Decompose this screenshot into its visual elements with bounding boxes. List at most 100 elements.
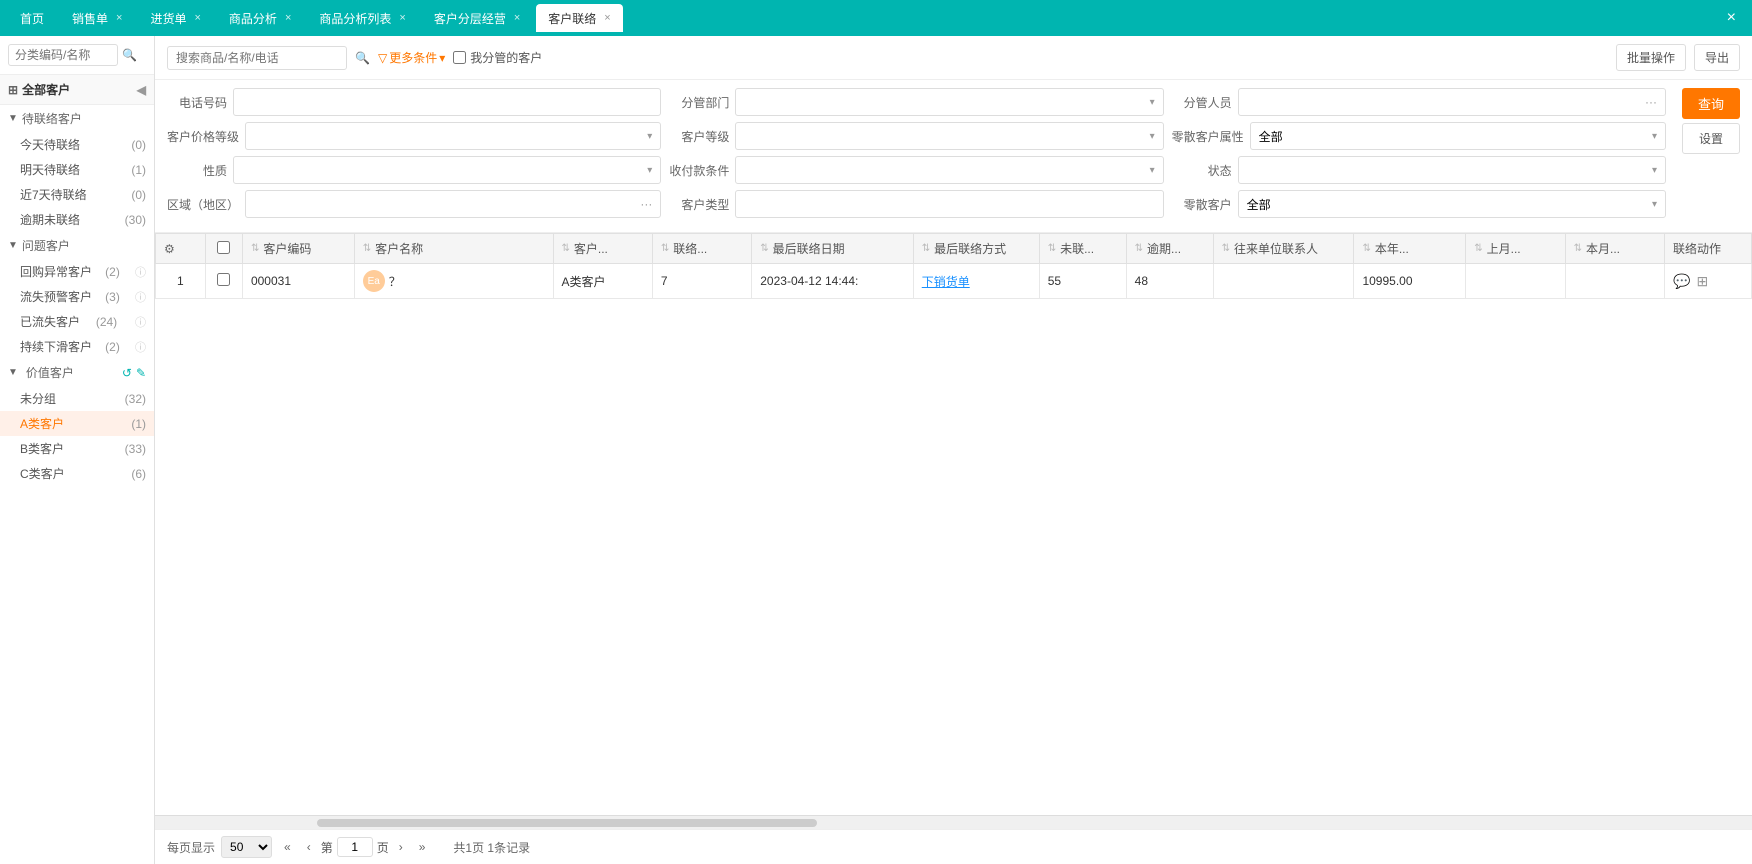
page-total: 共1页 1条记录 xyxy=(453,839,530,856)
retail-attr-select[interactable]: 全部 ▾ xyxy=(1250,122,1666,150)
th-contact: ⇅联络... xyxy=(652,234,751,264)
retail-select[interactable]: 全部 ▾ xyxy=(1238,190,1666,218)
sidebar-item-declining[interactable]: 持续下滑客户 (2) ⓘ xyxy=(0,334,154,359)
last-method-link[interactable]: 下销货单 xyxy=(922,275,970,289)
close-purchase-icon[interactable]: × xyxy=(194,12,200,24)
sidebar-all-customers[interactable]: ⊞ 全部客户 ◀ xyxy=(0,75,154,105)
page-navigation: « ‹ 第 页 › » xyxy=(278,837,431,857)
sidebar-item-7days[interactable]: 近7天待联络 (0) xyxy=(0,182,154,207)
qr-icon[interactable]: ⊞ xyxy=(1696,273,1708,290)
sidebar-item-ungrouped[interactable]: 未分组 (32) xyxy=(0,386,154,411)
info-icon-churn-warning: ⓘ xyxy=(135,289,146,305)
query-button[interactable]: 查询 xyxy=(1682,88,1740,119)
th-check xyxy=(205,234,242,264)
nav-tab-product-analysis[interactable]: 商品分析 × xyxy=(217,4,303,32)
sidebar-item-overdue[interactable]: 逾期未联络 (30) xyxy=(0,207,154,232)
comment-icon[interactable]: 💬 xyxy=(1673,273,1690,290)
cust-grade-dropdown-icon: ▾ xyxy=(1150,131,1155,142)
dept-select[interactable]: ▾ xyxy=(735,88,1163,116)
prev-page-button[interactable]: ‹ xyxy=(301,838,317,856)
pagination: 每页显示 20 50 100 200 « ‹ 第 页 › » 共1页 1条记录 xyxy=(167,836,530,858)
cell-last-method: 下销货单 xyxy=(913,264,1039,299)
sidebar-search-input[interactable] xyxy=(8,44,118,66)
sidebar-group-pending[interactable]: ▼ 待联络客户 xyxy=(0,105,154,132)
sidebar-item-a-class[interactable]: A类客户 (1) xyxy=(0,411,154,436)
page-size-select[interactable]: 20 50 100 200 xyxy=(221,836,272,858)
filter-search-icon[interactable]: 🔍 xyxy=(355,51,370,65)
export-button[interactable]: 导出 xyxy=(1694,44,1740,71)
sidebar-search-icon[interactable]: 🔍 xyxy=(122,48,137,62)
chevron-down-icon: ▾ xyxy=(439,51,445,65)
settings-button[interactable]: 设置 xyxy=(1682,123,1740,154)
sidebar-item-today[interactable]: 今天待联络 (0) xyxy=(0,132,154,157)
nav-tab-purchase[interactable]: 进货单 × xyxy=(138,4,212,32)
sidebar-item-churned[interactable]: 已流失客户 (24) ⓘ xyxy=(0,309,154,334)
payment-dropdown-icon: ▾ xyxy=(1150,165,1155,176)
close-sales-icon[interactable]: × xyxy=(116,12,122,24)
region-input[interactable]: ··· xyxy=(245,190,661,218)
cell-check xyxy=(205,264,242,299)
manager-input[interactable]: ··· xyxy=(1238,88,1666,116)
cust-grade-select[interactable]: ▾ xyxy=(735,122,1163,150)
price-grade-select[interactable]: ▾ xyxy=(245,122,661,150)
collapse-icon[interactable]: ◀ xyxy=(137,83,146,97)
hscroll-thumb[interactable] xyxy=(317,819,817,827)
nav-tab-customer-contact[interactable]: 客户联络 × xyxy=(536,4,622,32)
sort-icon-name: ⇅ xyxy=(363,243,371,254)
sidebar-search-area: 🔍 xyxy=(0,36,154,75)
more-filters-button[interactable]: ▽ 更多条件 ▾ xyxy=(378,49,445,66)
triangle-icon: ▼ xyxy=(8,113,18,124)
first-page-button[interactable]: « xyxy=(278,838,297,856)
th-last-month: ⇅上月... xyxy=(1466,234,1565,264)
page-number-input[interactable] xyxy=(337,837,373,857)
app-close-icon[interactable]: × xyxy=(1719,9,1744,27)
nature-select[interactable]: ▾ xyxy=(233,156,661,184)
th-name: ⇅客户名称 xyxy=(354,234,553,264)
cust-type-label: 客户类型 xyxy=(669,196,729,213)
next-page-button[interactable]: › xyxy=(393,838,409,856)
th-this-year: ⇅本年... xyxy=(1354,234,1466,264)
retail-label: 零散客户 xyxy=(1172,196,1232,213)
region-dots-icon: ··· xyxy=(640,197,652,211)
nav-tab-product-list[interactable]: 商品分析列表 × xyxy=(307,4,417,32)
nav-tab-sales[interactable]: 销售单 × xyxy=(60,4,134,32)
filter-actions: 批量操作 导出 xyxy=(1616,44,1740,71)
sidebar-item-tomorrow[interactable]: 明天待联络 (1) xyxy=(0,157,154,182)
search-input[interactable] xyxy=(167,46,347,70)
nav-home[interactable]: 首页 xyxy=(8,4,56,32)
status-select[interactable]: ▾ xyxy=(1238,156,1666,184)
batch-action-button[interactable]: 批量操作 xyxy=(1616,44,1686,71)
select-all-checkbox[interactable] xyxy=(217,241,230,254)
horizontal-scrollbar[interactable] xyxy=(155,815,1752,829)
filter-query-actions: 查询 设置 xyxy=(1682,88,1740,154)
sidebar-item-repurchase[interactable]: 回购异常客户 (2) ⓘ xyxy=(0,259,154,284)
sidebar-item-churn-warning[interactable]: 流失预警客户 (3) ⓘ xyxy=(0,284,154,309)
filter-row-2: 客户价格等级 ▾ 客户等级 ▾ xyxy=(167,122,1666,150)
nav-tab-customer-segment[interactable]: 客户分层经营 × xyxy=(422,4,532,32)
filter-nature: 性质 ▾ xyxy=(167,156,661,184)
customer-name-text[interactable]: ？ xyxy=(389,273,401,290)
filter-retail-attr: 零散客户属性 全部 ▾ xyxy=(1172,122,1666,150)
column-settings-icon[interactable]: ⚙ xyxy=(164,242,175,256)
close-segment-icon[interactable]: × xyxy=(514,12,520,24)
last-page-button[interactable]: » xyxy=(413,838,432,856)
cust-type-input[interactable] xyxy=(735,190,1163,218)
close-contact-icon[interactable]: × xyxy=(604,12,610,24)
customer-table: ⚙ ⇅客户编码 ⇅客户名称 ⇅客户... xyxy=(155,233,1752,299)
sidebar-group-value[interactable]: ▼ 价值客户 ↺ ✎ xyxy=(0,359,154,386)
my-customers-checkbox[interactable] xyxy=(453,51,466,64)
th-gear[interactable]: ⚙ xyxy=(156,234,206,264)
cell-no-contact: 55 xyxy=(1039,264,1126,299)
close-product-analysis-icon[interactable]: × xyxy=(285,12,291,24)
sidebar-group-problem[interactable]: ▼ 问题客户 xyxy=(0,232,154,259)
sidebar-item-c-class[interactable]: C类客户 (6) xyxy=(0,461,154,486)
phone-input[interactable] xyxy=(233,88,661,116)
row-checkbox[interactable] xyxy=(217,273,230,286)
refresh-icon[interactable]: ↺ xyxy=(122,366,132,380)
close-product-list-icon[interactable]: × xyxy=(399,12,405,24)
info-icon-repurchase: ⓘ xyxy=(135,264,146,280)
sidebar-item-b-class[interactable]: B类客户 (33) xyxy=(0,436,154,461)
status-dropdown-icon: ▾ xyxy=(1652,165,1657,176)
payment-select[interactable]: ▾ xyxy=(735,156,1163,184)
edit-icon[interactable]: ✎ xyxy=(136,366,146,380)
